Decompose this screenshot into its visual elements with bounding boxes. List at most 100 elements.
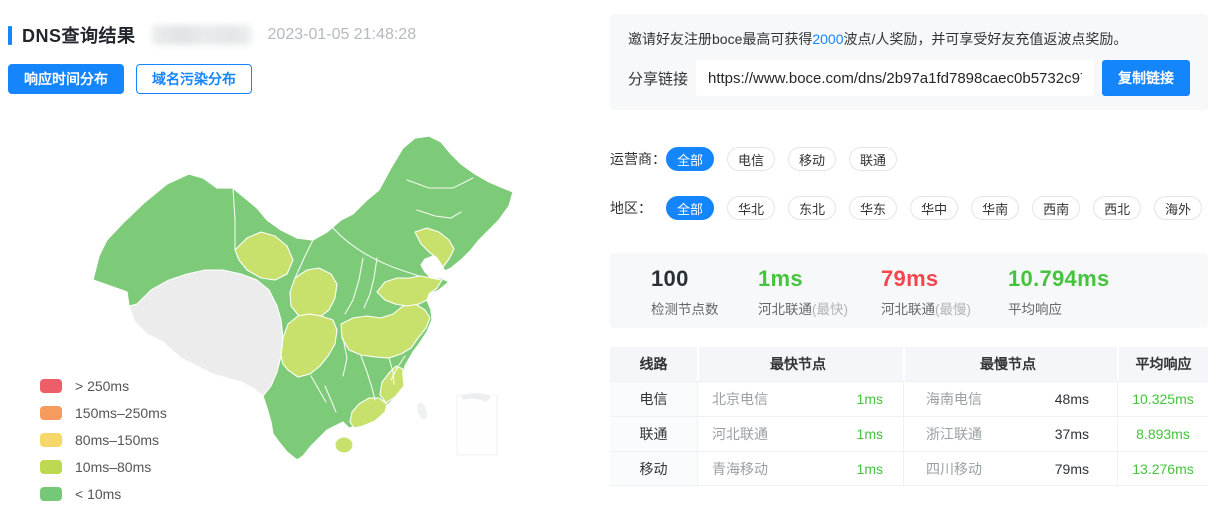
region-pill-东北[interactable]: 东北 (788, 196, 837, 220)
cell-slowest-node: 浙江联通 37ms (903, 417, 1117, 451)
operator-filter-row: 运营商： 全部 电信 移动 联通 (610, 147, 898, 171)
region-pill-海外[interactable]: 海外 (1154, 196, 1203, 220)
view-tabs: 响应时间分布 域名污染分布 (8, 64, 252, 94)
invite-prefix: 邀请好友注册boce最高可获得 (628, 31, 813, 47)
fast-node-name: 河北联通 (712, 426, 768, 442)
legend-swatch (40, 379, 62, 393)
cell-average-response: 10.325ms (1117, 382, 1208, 416)
legend-swatch (40, 460, 62, 474)
cell-fastest-node: 青海移动 1ms (697, 452, 903, 485)
operator-filter-label: 运营商： (610, 151, 666, 167)
region-pill-华中[interactable]: 华中 (910, 196, 959, 220)
region-pill-华南[interactable]: 华南 (971, 196, 1020, 220)
page-header: DNS查询结果 2023-01-05 21:48:28 (8, 22, 416, 48)
stat-label: 河北联通(最慢) (881, 302, 971, 317)
operator-pill-电信[interactable]: 电信 (727, 147, 776, 171)
invite-suffix: 波点/人奖励，并可享受好友充值返波点奖励。 (843, 31, 1128, 47)
hainan-island (334, 436, 354, 454)
operator-pill-全部[interactable]: 全部 (666, 147, 715, 171)
query-timestamp: 2023-01-05 21:48:28 (267, 26, 417, 43)
slow-node-value: 37ms (1054, 426, 1089, 442)
copy-link-button[interactable]: 复制链接 (1102, 60, 1190, 96)
legend-item: > 250ms (40, 376, 167, 396)
fast-node-value: 1ms (856, 460, 883, 477)
stat-河北联通: 1ms 河北联通(最快) (758, 266, 848, 318)
legend-item: < 10ms (40, 484, 167, 504)
operator-pill-联通[interactable]: 联通 (849, 147, 898, 171)
table-row-移动: 移动 青海移动 1ms 四川移动 79ms 13.276ms (610, 451, 1208, 486)
results-table: 线路 最快节点 最慢节点 平均响应 电信 北京电信 1ms 海南电信 48ms 10.325ms… (610, 347, 1208, 486)
cell-line: 联通 (610, 417, 697, 451)
south-china-sea-inset (456, 393, 498, 456)
legend-swatch (40, 433, 62, 447)
legend-label: 80ms–150ms (75, 432, 160, 448)
legend-swatch (40, 487, 62, 501)
fast-node-name: 北京电信 (712, 391, 768, 407)
table-header-最快节点: 最快节点 (697, 347, 903, 381)
share-link-input[interactable] (696, 60, 1094, 96)
stat-value: 79ms (881, 266, 939, 291)
fast-node-value: 1ms (856, 426, 883, 442)
invite-text: 邀请好友注册boce最高可获得2000波点/人奖励，并可享受好友充值返波点奖励。 (628, 29, 1127, 49)
cell-average-response: 13.276ms (1117, 452, 1208, 485)
legend-label: 10ms–80ms (75, 459, 152, 475)
title-accent-bar (8, 25, 12, 45)
region-pill-华北[interactable]: 华北 (727, 196, 776, 220)
legend-swatch (40, 406, 62, 420)
tab-响应时间分布[interactable]: 响应时间分布 (8, 64, 124, 94)
cell-line: 移动 (610, 452, 697, 485)
table-header-最慢节点: 最慢节点 (903, 347, 1117, 381)
cell-line: 电信 (610, 382, 697, 416)
share-row: 分享链接 复制链接 (628, 60, 1190, 96)
cell-fastest-node: 河北联通 1ms (697, 417, 903, 451)
stat-label: 平均响应 (1008, 302, 1062, 317)
operator-pills: 全部 电信 移动 联通 (666, 147, 898, 171)
legend-label: < 10ms (75, 486, 122, 502)
stat-value: 10.794ms (1008, 266, 1110, 291)
region-pills: 全部 华北 东北 华东 华中 华南 西南 西北 海外 (666, 196, 1203, 220)
cell-fastest-node: 北京电信 1ms (697, 382, 903, 416)
tab-域名污染分布[interactable]: 域名污染分布 (136, 64, 252, 94)
stat-value: 100 (651, 266, 689, 291)
operator-pill-移动[interactable]: 移动 (788, 147, 837, 171)
table-header-线路: 线路 (639, 356, 668, 372)
results-table-body: 电信 北京电信 1ms 海南电信 48ms 10.325ms 联通 河北联通 1ms 浙江联通 37… (610, 381, 1208, 486)
share-link-label: 分享链接 (628, 70, 689, 88)
cell-slowest-node: 四川移动 79ms (903, 452, 1117, 485)
region-pill-全部[interactable]: 全部 (666, 196, 715, 220)
slow-node-value: 79ms (1054, 460, 1089, 477)
region-pill-华东[interactable]: 华东 (849, 196, 898, 220)
legend-item: 10ms–80ms (40, 457, 167, 477)
stat-label: 河北联通(最快) (758, 302, 848, 317)
region-pill-西北[interactable]: 西北 (1093, 196, 1142, 220)
cell-average-response: 8.893ms (1117, 417, 1208, 451)
legend-label: > 250ms (75, 378, 130, 394)
stat-value: 1ms (758, 266, 803, 291)
map-legend: > 250ms 150ms–250ms 80ms–150ms 10ms–80ms < 1… (40, 376, 167, 506)
invite-share-card: 邀请好友注册boce最高可获得2000波点/人奖励，并可享受好友充值返波点奖励。… (610, 14, 1208, 110)
table-row-电信: 电信 北京电信 1ms 海南电信 48ms 10.325ms (610, 381, 1208, 416)
legend-label: 150ms–250ms (75, 405, 167, 421)
legend-item: 150ms–250ms (40, 403, 167, 423)
region-filter-row: 地区： 全部 华北 东北 华东 华中 华南 西南 西北 海外 (610, 196, 1203, 220)
summary-stats-card: 100 检测节点数 1ms 河北联通(最快) 79ms 河北联通(最慢) 10.794ms 平… (610, 253, 1208, 328)
results-table-header: 线路 最快节点 最慢节点 平均响应 (610, 347, 1208, 381)
taiwan-island (416, 402, 428, 420)
invite-points-highlight: 2000 (812, 31, 844, 47)
table-row-联通: 联通 河北联通 1ms 浙江联通 37ms 8.893ms (610, 416, 1208, 451)
region-pill-西南[interactable]: 西南 (1032, 196, 1081, 220)
legend-item: 80ms–150ms (40, 430, 167, 450)
fast-node-value: 1ms (856, 391, 883, 407)
stat-平均响应: 10.794ms 平均响应 (1008, 266, 1110, 318)
region-filter-label: 地区： (610, 200, 652, 216)
slow-node-name: 海南电信 (926, 391, 982, 407)
table-header-平均响应: 平均响应 (1117, 347, 1208, 381)
slow-node-name: 四川移动 (926, 460, 982, 477)
fast-node-name: 青海移动 (712, 460, 768, 477)
slow-node-name: 浙江联通 (926, 426, 982, 442)
cell-slowest-node: 海南电信 48ms (903, 382, 1117, 416)
stat-河北联通: 79ms 河北联通(最慢) (881, 266, 971, 318)
page-title: DNS查询结果 (22, 26, 136, 46)
stat-检测节点数: 100 检测节点数 (651, 266, 719, 318)
blurred-domain-name (151, 25, 252, 45)
